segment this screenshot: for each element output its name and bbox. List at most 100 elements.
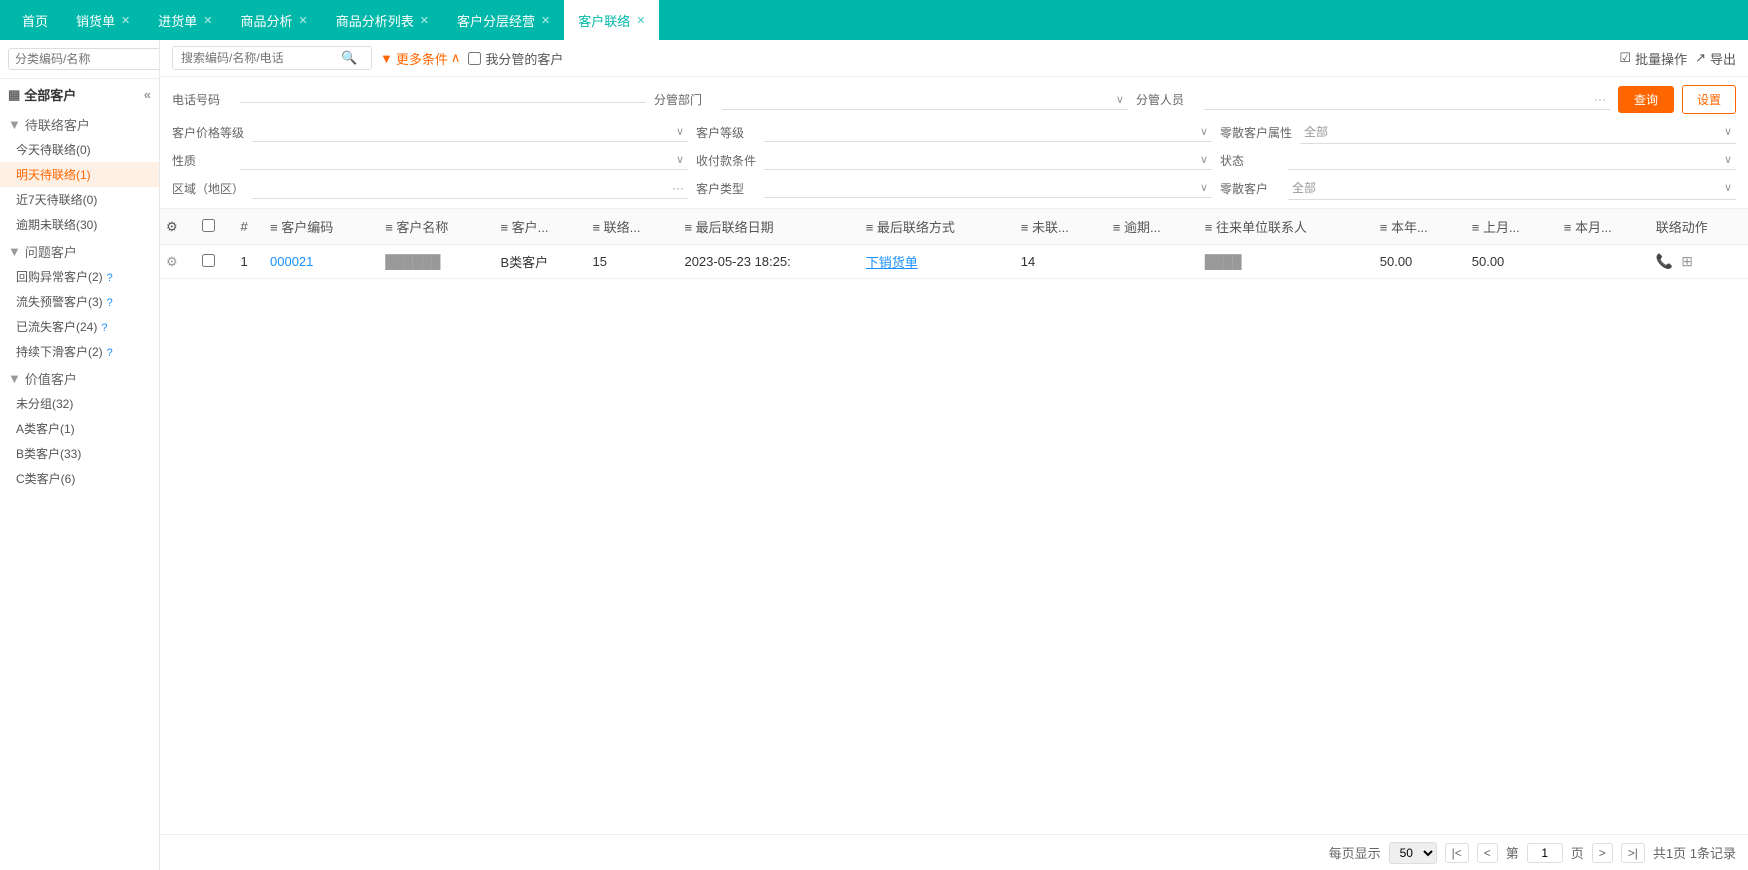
th-last_contact_method: ≡ 最后联络方式 (860, 209, 1015, 245)
customer-type-chevron-icon: ∨ (1200, 181, 1208, 194)
sidebar-search-input[interactable] (8, 48, 160, 70)
more-conditions-btn[interactable]: ▼ 更多条件 ∧ (380, 49, 460, 68)
last-page-btn[interactable]: >| (1621, 843, 1645, 863)
customer-grade-select[interactable]: ∨ (764, 122, 1212, 142)
sidebar-search-area: 🔍 (0, 40, 159, 79)
query-button[interactable]: 查询 (1618, 86, 1674, 113)
sidebar-item[interactable]: 明天待联络(1) (0, 162, 159, 187)
sidebar-group-待联络客户[interactable]: ▼待联络客户 (0, 110, 159, 137)
nature-label: 性质 (172, 152, 232, 169)
sidebar-root[interactable]: ▦ 全部客户 « (0, 79, 159, 110)
nav-item-首页[interactable]: 首页 (8, 0, 62, 40)
export-btn[interactable]: ↗ 导出 (1695, 49, 1736, 68)
cell-last_contact_date: 2023-05-23 18:25: (678, 245, 859, 279)
arrow-icon: ▼ (8, 244, 21, 259)
cell-no_contact: 14 (1015, 245, 1107, 279)
batch-op-btn[interactable]: ☑ 批量操作 (1619, 49, 1687, 68)
sidebar-item[interactable]: 持续下滑客户(2)? (0, 339, 159, 364)
first-page-btn[interactable]: |< (1445, 843, 1469, 863)
sidebar-item[interactable]: A类客户(1) (0, 416, 159, 441)
per-page-select[interactable]: 50 (1389, 842, 1437, 864)
row-checkbox[interactable] (202, 254, 215, 267)
retail-customer-select[interactable]: 全部 ∨ (1288, 176, 1736, 200)
nav-item-客户分层经营[interactable]: 客户分层经营✕ (443, 0, 564, 40)
th-gear[interactable]: ⚙ (160, 209, 196, 245)
region-more-icon[interactable]: ··· (672, 181, 684, 195)
nav-item-商品分析[interactable]: 商品分析✕ (226, 0, 321, 40)
phone-action-icon[interactable]: 📞 (1656, 253, 1673, 270)
phone-label: 电话号码 (172, 91, 232, 108)
data-table: ⚙#≡ 客户编码≡ 客户名称≡ 客户...≡ 联络...≡ 最后联络日期≡ 最后… (160, 209, 1748, 279)
prev-page-btn[interactable]: < (1477, 843, 1498, 863)
retail-attr-select[interactable]: 全部 ∨ (1300, 120, 1736, 144)
grid-action-icon[interactable]: ⊞ (1681, 253, 1693, 270)
close-icon[interactable]: ✕ (420, 14, 429, 27)
sidebar-collapse-btn[interactable]: « (144, 87, 151, 102)
cell-gear: ⚙ (160, 245, 196, 279)
manager-more-icon[interactable]: ··· (1594, 92, 1606, 106)
cell-type: B类客户 (494, 245, 586, 279)
sidebar-item[interactable]: 未分组(32) (0, 391, 159, 416)
sidebar-item[interactable]: 已流失客户(24)? (0, 314, 159, 339)
close-icon[interactable]: ✕ (636, 14, 645, 27)
sidebar-item[interactable]: C类客户(6) (0, 466, 159, 491)
th-check[interactable] (196, 209, 234, 245)
sidebar-item[interactable]: B类客户(33) (0, 441, 159, 466)
th-num: # (235, 209, 264, 245)
th-last_contact_date: ≡ 最后联络日期 (678, 209, 859, 245)
filter-row-2: 客户价格等级 ∨ 客户等级 ∨ 零散客户属性 全部 (172, 120, 1736, 144)
row-gear-icon[interactable]: ⚙ (166, 254, 178, 269)
sidebar-group-问题客户[interactable]: ▼问题客户 (0, 237, 159, 264)
close-icon[interactable]: ✕ (541, 14, 550, 27)
dept-select-wrap[interactable]: ∨ (722, 90, 1128, 110)
status-chevron-icon: ∨ (1724, 153, 1732, 166)
sidebar-item[interactable]: 回购异常客户(2)? (0, 264, 159, 289)
filter-customer-type: 客户类型 ∨ (696, 178, 1212, 198)
filter-row-4: 区域（地区） ··· 客户类型 ∨ 零散客户 全部 (172, 176, 1736, 200)
customer-name[interactable]: ██████ (385, 254, 440, 269)
page-suffix: 页 (1571, 843, 1584, 862)
customer-type-select[interactable]: ∨ (764, 178, 1212, 198)
settings-button[interactable]: 设置 (1682, 85, 1736, 114)
nav-item-进货单[interactable]: 进货单✕ (144, 0, 226, 40)
filter-customer-grade: 客户等级 ∨ (696, 122, 1212, 142)
close-icon[interactable]: ✕ (121, 14, 130, 27)
page-input[interactable] (1527, 843, 1563, 863)
select-all-checkbox[interactable] (202, 219, 215, 232)
retail-customer-label: 零散客户 (1220, 180, 1280, 197)
sidebar: 🔍 ▦ 全部客户 « ▼待联络客户今天待联络(0)明天待联络(1)近7天待联络(… (0, 40, 160, 870)
my-customers-check[interactable] (468, 52, 481, 65)
phone-input-wrap[interactable] (240, 96, 646, 103)
sidebar-group-价值客户[interactable]: ▼价值客户 (0, 364, 159, 391)
main-search-icon[interactable]: 🔍 (341, 50, 357, 66)
search-input-wrap[interactable]: 🔍 (172, 46, 372, 70)
my-customers-checkbox[interactable]: 我分管的客户 (468, 49, 563, 68)
sidebar-item[interactable]: 今天待联络(0) (0, 137, 159, 162)
manager-select-wrap[interactable]: ··· (1204, 89, 1610, 110)
sidebar-item[interactable]: 近7天待联络(0) (0, 187, 159, 212)
filter-nature: 性质 ∨ (172, 150, 688, 170)
nav-item-客户联络[interactable]: 客户联络✕ (564, 0, 659, 40)
nav-item-商品分析列表[interactable]: 商品分析列表✕ (322, 0, 443, 40)
table-row: ⚙1000021██████B类客户152023-05-23 18:25:下销货… (160, 245, 1748, 279)
price-grade-select[interactable]: ∨ (252, 122, 688, 142)
cell-last_month: 50.00 (1466, 245, 1558, 279)
more-conditions-label: 更多条件 (396, 49, 448, 68)
sidebar-item[interactable]: 逾期未联络(30) (0, 212, 159, 237)
main-layout: 🔍 ▦ 全部客户 « ▼待联络客户今天待联络(0)明天待联络(1)近7天待联络(… (0, 40, 1748, 870)
customer-grade-chevron-icon: ∨ (1200, 125, 1208, 138)
cell-last_contact_method: 下销货单 (860, 245, 1015, 279)
main-search-input[interactable] (181, 51, 341, 65)
status-select[interactable]: ∨ (1288, 150, 1736, 170)
region-select[interactable]: ··· (252, 178, 688, 199)
sidebar-item[interactable]: 流失预警客户(3)? (0, 289, 159, 314)
cell-code[interactable]: 000021 (264, 245, 379, 279)
unit-contact-value: ████ (1205, 254, 1242, 269)
close-icon[interactable]: ✕ (203, 14, 212, 27)
close-icon[interactable]: ✕ (299, 14, 308, 27)
payment-select[interactable]: ∨ (764, 150, 1212, 170)
nature-select[interactable]: ∨ (240, 150, 688, 170)
nav-item-销货单[interactable]: 销货单✕ (62, 0, 144, 40)
last-contact-method-link[interactable]: 下销货单 (866, 255, 918, 270)
next-page-btn[interactable]: > (1592, 843, 1613, 863)
